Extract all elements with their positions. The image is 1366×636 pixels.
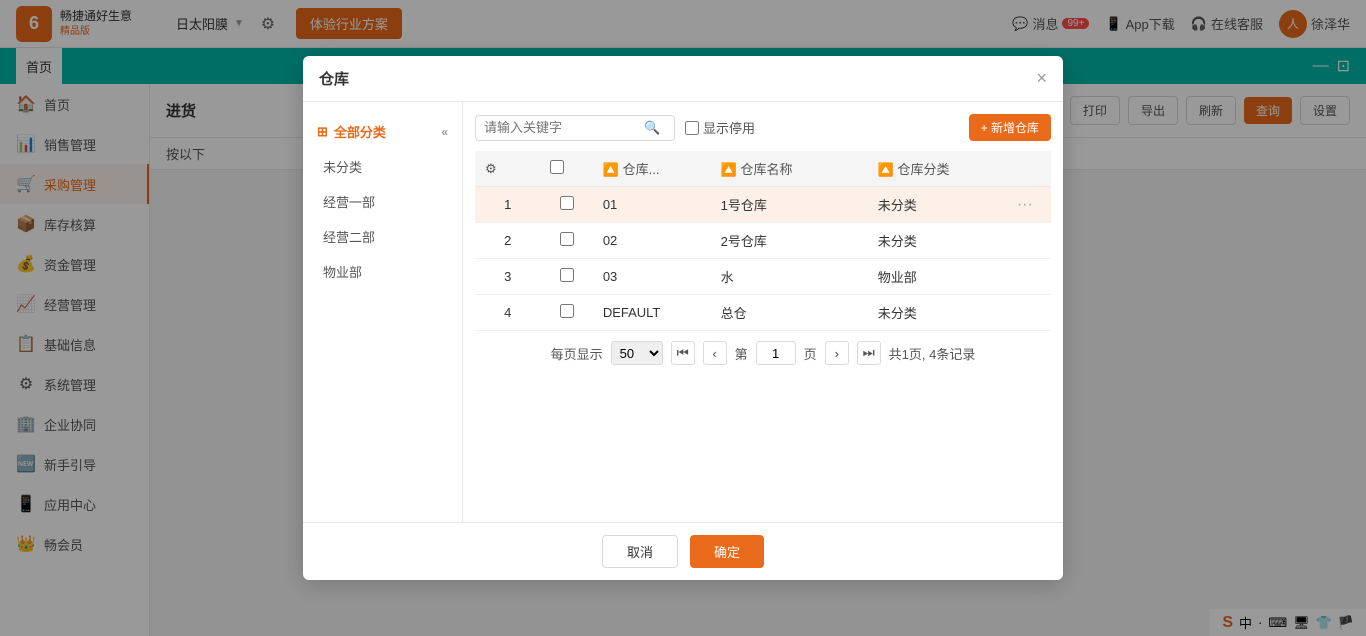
search-box: 🔍 — [475, 115, 675, 141]
row2-category: 未分类 — [868, 223, 999, 259]
row4-num: 4 — [475, 295, 540, 331]
cat-item-ops2[interactable]: 经营二部 — [303, 219, 462, 254]
search-icon[interactable]: 🔍 — [644, 120, 660, 136]
modal-header: 仓库 × — [303, 56, 1063, 102]
sort-icon-cat: 🔼 — [878, 162, 898, 177]
th-gear: ⚙ — [475, 151, 540, 187]
pagination: 每页显示 50 20 100 ⏮ ‹ 第 页 › ⏭ 共1页, 4条记录 — [475, 331, 1051, 375]
row2-name: 2号仓库 — [711, 223, 868, 259]
row4-code: DEFAULT — [593, 295, 711, 331]
th-actions — [999, 151, 1051, 187]
th-category: 🔼 仓库分类 — [868, 151, 999, 187]
row3-code: 03 — [593, 259, 711, 295]
row1-actions[interactable]: ··· — [999, 187, 1051, 223]
page-last-button[interactable]: ⏭ — [857, 341, 881, 365]
sort-icon-name: 🔼 — [721, 162, 741, 177]
modal-close-button[interactable]: × — [1036, 68, 1047, 89]
row1-more-icon[interactable]: ··· — [1017, 196, 1033, 213]
row2-actions[interactable] — [999, 223, 1051, 259]
per-page-select[interactable]: 50 20 100 — [611, 341, 663, 365]
table-header: ⚙ 🔼 仓库... 🔼 仓库名称 🔼 仓库分类 — [475, 151, 1051, 187]
modal-footer: 取消 确定 — [303, 522, 1063, 580]
row1-name: 1号仓库 — [711, 187, 868, 223]
row4-category: 未分类 — [868, 295, 999, 331]
table-row[interactable]: 4 DEFAULT 总仓 未分类 — [475, 295, 1051, 331]
warehouse-modal: 仓库 × ⊞ 全部分类 « 未分类 经营一部 经营二部 物业部 🔍 — [303, 56, 1063, 580]
row1-code: 01 — [593, 187, 711, 223]
category-header: ⊞ 全部分类 « — [303, 114, 462, 149]
row1-checkbox[interactable] — [560, 196, 574, 210]
select-all-checkbox[interactable] — [550, 160, 564, 174]
sort-icon: 🔼 — [603, 162, 623, 177]
row3-checkbox-cell[interactable] — [540, 259, 592, 295]
page-prev-button[interactable]: ‹ — [703, 341, 727, 365]
modal-toolbar: 🔍 显示停用 + 新增仓库 — [475, 114, 1051, 141]
modal-title: 仓库 — [319, 68, 349, 89]
row2-code: 02 — [593, 223, 711, 259]
category-grid-icon: ⊞ — [317, 124, 328, 140]
row2-checkbox[interactable] — [560, 232, 574, 246]
row4-checkbox-cell[interactable] — [540, 295, 592, 331]
add-warehouse-button[interactable]: + 新增仓库 — [969, 114, 1051, 141]
row4-checkbox[interactable] — [560, 304, 574, 318]
row3-category: 物业部 — [868, 259, 999, 295]
table-row[interactable]: 3 03 水 物业部 — [475, 259, 1051, 295]
confirm-button[interactable]: 确定 — [690, 535, 764, 568]
row1-checkbox-cell[interactable] — [540, 187, 592, 223]
gear-header-icon: ⚙ — [485, 161, 497, 176]
category-collapse-button[interactable]: « — [441, 125, 448, 139]
page-number-input[interactable] — [756, 341, 796, 365]
show-disabled-checkbox[interactable] — [685, 121, 699, 135]
row1-num: 1 — [475, 187, 540, 223]
row3-checkbox[interactable] — [560, 268, 574, 282]
warehouse-table: ⚙ 🔼 仓库... 🔼 仓库名称 🔼 仓库分类 — [475, 151, 1051, 331]
table-body: 1 01 1号仓库 未分类 ··· 2 02 2号仓库 未分类 — [475, 187, 1051, 331]
category-sidebar: ⊞ 全部分类 « 未分类 经营一部 经营二部 物业部 — [303, 102, 463, 522]
row1-category: 未分类 — [868, 187, 999, 223]
cat-item-property[interactable]: 物业部 — [303, 254, 462, 289]
modal-main: 🔍 显示停用 + 新增仓库 ⚙ 🔼 仓库... — [463, 102, 1063, 522]
row3-num: 3 — [475, 259, 540, 295]
show-disabled-checkbox-label[interactable]: 显示停用 — [685, 118, 755, 137]
th-name: 🔼 仓库名称 — [711, 151, 868, 187]
cat-item-ops1[interactable]: 经营一部 — [303, 184, 462, 219]
page-next-button[interactable]: › — [825, 341, 849, 365]
th-code: 🔼 仓库... — [593, 151, 711, 187]
cat-item-uncategorized[interactable]: 未分类 — [303, 149, 462, 184]
cancel-button[interactable]: 取消 — [602, 535, 678, 568]
table-row[interactable]: 2 02 2号仓库 未分类 — [475, 223, 1051, 259]
th-checkbox — [540, 151, 592, 187]
modal-body: ⊞ 全部分类 « 未分类 经营一部 经营二部 物业部 🔍 显示停用 + — [303, 102, 1063, 522]
page-first-button[interactable]: ⏮ — [671, 341, 695, 365]
search-input[interactable] — [484, 120, 644, 135]
row4-actions[interactable] — [999, 295, 1051, 331]
row2-num: 2 — [475, 223, 540, 259]
table-row[interactable]: 1 01 1号仓库 未分类 ··· — [475, 187, 1051, 223]
row4-name: 总仓 — [711, 295, 868, 331]
row2-checkbox-cell[interactable] — [540, 223, 592, 259]
row3-name: 水 — [711, 259, 868, 295]
row3-actions[interactable] — [999, 259, 1051, 295]
